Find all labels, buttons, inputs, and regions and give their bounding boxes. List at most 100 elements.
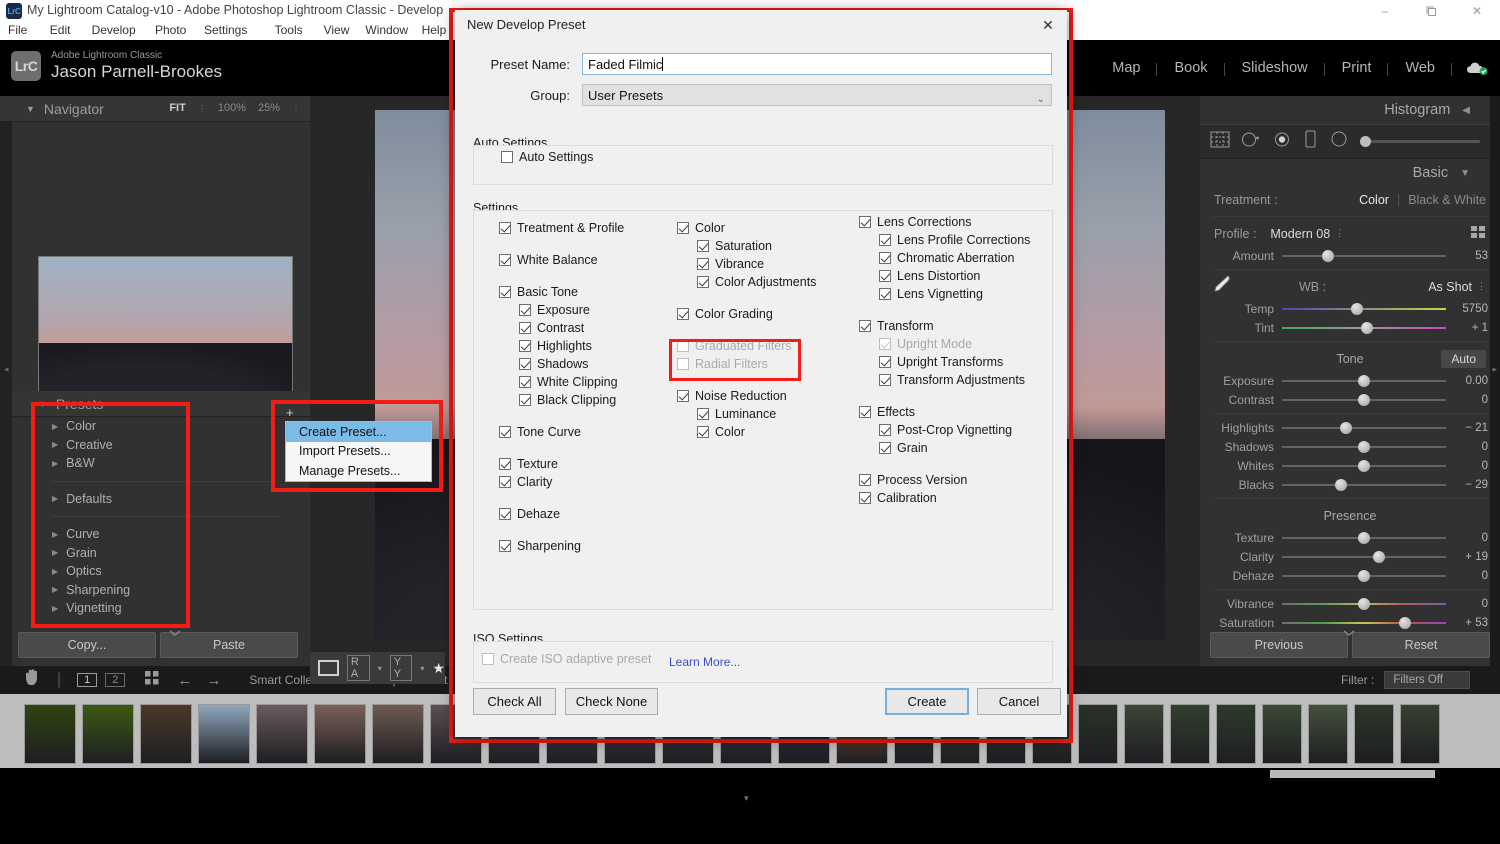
checkbox-treatment-profile[interactable]: Treatment & Profile: [499, 219, 669, 237]
checkbox-box[interactable]: [519, 394, 531, 406]
module-book[interactable]: Book: [1157, 60, 1225, 76]
slider-value[interactable]: 0: [1446, 598, 1488, 610]
checkbox-box[interactable]: [499, 476, 511, 488]
checkbox-box[interactable]: [879, 234, 891, 246]
checkbox-box[interactable]: [697, 408, 709, 420]
right-panel-collapse-icon[interactable]: ▸: [1492, 364, 1497, 375]
temp-slider-knob[interactable]: [1351, 302, 1364, 315]
module-slideshow[interactable]: Slideshow: [1225, 60, 1325, 76]
tool-amount-knob[interactable]: [1360, 136, 1371, 147]
checkbox-noise-reduction[interactable]: Noise Reduction: [677, 387, 847, 405]
histogram-collapse-icon[interactable]: ◀: [1462, 105, 1470, 116]
tool-amount-slider[interactable]: [1360, 136, 1480, 147]
group-select[interactable]: User Presets ⌄: [582, 84, 1052, 106]
checkbox-dehaze[interactable]: Dehaze: [499, 505, 669, 523]
checkbox-texture[interactable]: Texture: [499, 455, 669, 473]
cloud-sync-icon[interactable]: [1466, 61, 1488, 76]
treatment-color-option[interactable]: Color: [1359, 193, 1389, 207]
checkbox-box[interactable]: [499, 458, 511, 470]
checkbox-box[interactable]: [499, 286, 511, 298]
checkbox-lens-distortion[interactable]: Lens Distortion: [859, 267, 1049, 285]
histogram-header[interactable]: Histogram ◀: [1200, 96, 1500, 124]
filmstrip-thumbnail[interactable]: [1124, 704, 1164, 764]
checkbox-process-version[interactable]: Process Version: [859, 471, 1049, 489]
checkbox-color[interactable]: Color: [677, 423, 847, 441]
checkbox-highlights[interactable]: Highlights: [499, 337, 669, 355]
filter-select[interactable]: Filters Off: [1384, 671, 1470, 689]
checkbox-box[interactable]: [879, 252, 891, 264]
checkbox-box[interactable]: [879, 270, 891, 282]
profile-stepper-icon[interactable]: ⋮: [1335, 228, 1344, 239]
checkbox-black-clipping[interactable]: Black Clipping: [499, 391, 669, 409]
slider-knob[interactable]: [1339, 421, 1352, 434]
star-rating-icon[interactable]: ★: [432, 660, 445, 677]
screen-mode-2[interactable]: 2: [105, 673, 126, 687]
checkbox-color-adjustments[interactable]: Color Adjustments: [677, 273, 847, 291]
checkbox-box[interactable]: [879, 424, 891, 436]
slider-track-highlights[interactable]: [1282, 421, 1446, 434]
checkbox-white-balance[interactable]: White Balance: [499, 251, 669, 269]
context-menu-item-create-preset[interactable]: Create Preset...: [286, 422, 431, 442]
checkbox-box[interactable]: [859, 406, 871, 418]
graduated-filter-icon[interactable]: [1303, 130, 1318, 153]
maximize-button[interactable]: [1408, 0, 1454, 22]
module-map[interactable]: Map: [1095, 60, 1158, 76]
wb-value[interactable]: As Shot: [1428, 280, 1472, 294]
checkbox-tone-curve[interactable]: Tone Curve: [499, 423, 669, 441]
checkbox-white-clipping[interactable]: White Clipping: [499, 373, 669, 391]
right-panel-drag-handle[interactable]: [1342, 624, 1356, 636]
slider-value[interactable]: 0: [1446, 441, 1488, 453]
checkbox-box[interactable]: [879, 442, 891, 454]
filmstrip-thumbnail[interactable]: [1354, 704, 1394, 764]
slider-track-contrast[interactable]: [1282, 393, 1446, 406]
menu-item-view[interactable]: View: [324, 23, 350, 37]
checkbox-box[interactable]: [519, 358, 531, 370]
navigator-thumbnail[interactable]: [38, 256, 293, 401]
slider-value[interactable]: + 19: [1446, 551, 1488, 563]
navigator-triangle-icon[interactable]: ▼: [26, 104, 35, 114]
close-button[interactable]: ✕: [1454, 0, 1500, 22]
checkbox-box[interactable]: [677, 308, 689, 320]
check-none-button[interactable]: Check None: [565, 688, 658, 715]
filmstrip-thumbnail[interactable]: [140, 704, 192, 764]
filmstrip-thumbnail[interactable]: [1308, 704, 1348, 764]
checkbox-box[interactable]: [519, 376, 531, 388]
checkbox-chromatic-aberration[interactable]: Chromatic Aberration: [859, 249, 1049, 267]
checkbox-exposure[interactable]: Exposure: [499, 301, 669, 319]
radial-filter-icon[interactable]: [1329, 130, 1349, 153]
checkbox-lens-profile-corrections[interactable]: Lens Profile Corrections: [859, 231, 1049, 249]
slider-knob[interactable]: [1358, 597, 1370, 610]
filmstrip-scrollbar-track[interactable]: [0, 768, 1500, 780]
filmstrip-collapse-handle[interactable]: ▾: [744, 793, 749, 804]
slider-knob[interactable]: [1372, 550, 1385, 563]
checkbox-lens-corrections[interactable]: Lens Corrections: [859, 213, 1049, 231]
before-after-ra-button[interactable]: R A: [346, 655, 370, 681]
minimize-button[interactable]: –: [1362, 0, 1408, 22]
reset-button[interactable]: Reset: [1352, 632, 1490, 658]
learn-more-link[interactable]: Learn More...: [669, 655, 740, 669]
slider-track-exposure[interactable]: [1282, 374, 1446, 387]
filmstrip-thumbnail[interactable]: [24, 704, 76, 764]
checkbox-box[interactable]: [499, 508, 511, 520]
checkbox-clarity[interactable]: Clarity: [499, 473, 669, 491]
slider-value[interactable]: 0: [1446, 570, 1488, 582]
crop-overlay-icon[interactable]: [1210, 131, 1230, 153]
slider-value[interactable]: − 21: [1446, 422, 1488, 434]
yy-dropdown-icon[interactable]: ▾: [420, 664, 424, 673]
checkbox-box[interactable]: [697, 426, 709, 438]
menu-item-develop[interactable]: Develop: [92, 23, 136, 37]
checkbox-box[interactable]: [519, 322, 531, 334]
iso-adaptive-checkbox-box[interactable]: [482, 653, 494, 665]
tint-slider[interactable]: [1282, 321, 1446, 334]
ra-dropdown-icon[interactable]: ▾: [378, 664, 382, 673]
preset-name-input[interactable]: Faded Filmic: [582, 53, 1052, 75]
context-menu-item-import-presets[interactable]: Import Presets...: [286, 442, 431, 462]
amount-slider[interactable]: [1282, 249, 1446, 262]
temp-value[interactable]: 5750: [1446, 303, 1488, 315]
left-panel-collapse-icon[interactable]: ◂: [4, 364, 9, 375]
check-all-button[interactable]: Check All: [473, 688, 556, 715]
zoom-25[interactable]: 25%: [258, 102, 280, 114]
zoom-100[interactable]: 100%: [218, 102, 246, 114]
treatment-bw-option[interactable]: Black & White: [1408, 193, 1486, 207]
menu-item-file[interactable]: File: [8, 23, 27, 37]
